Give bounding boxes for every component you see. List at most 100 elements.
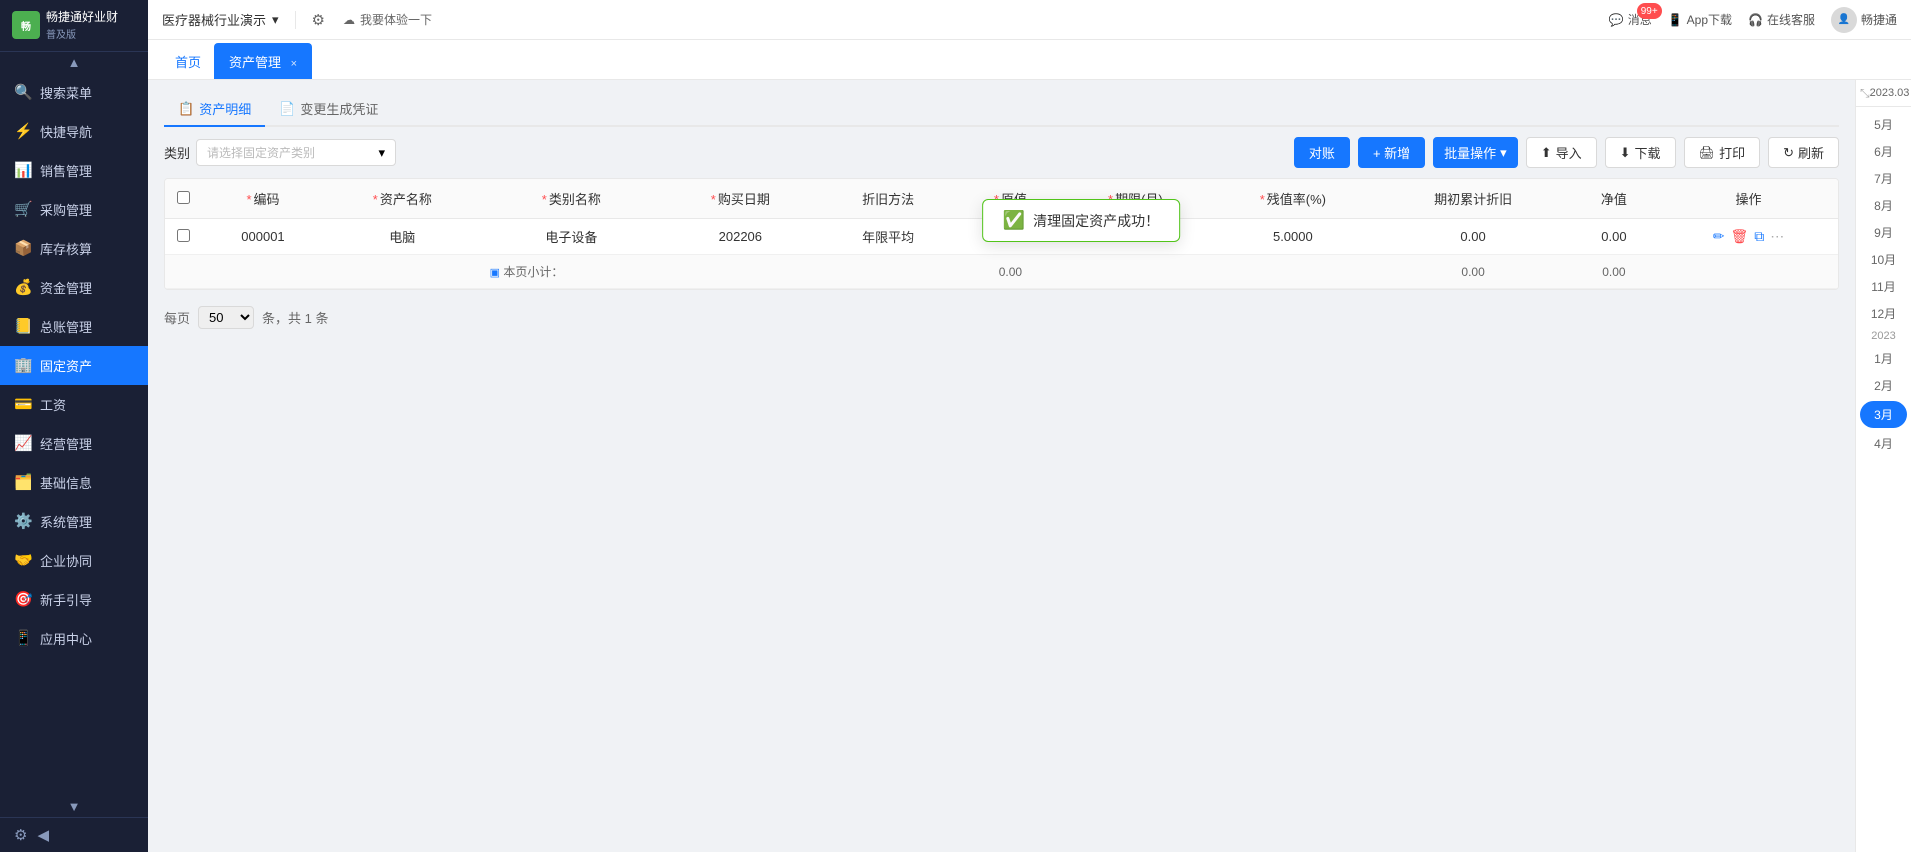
- timeline-month-item[interactable]: 6月: [1856, 138, 1911, 165]
- timeline-month-item[interactable]: 11月: [1856, 273, 1911, 300]
- sidebar-operations-icon: 📈: [14, 434, 32, 452]
- timeline-month-item[interactable]: 10月: [1856, 246, 1911, 273]
- delete-icon[interactable]: 🗑: [1730, 228, 1748, 245]
- download-button[interactable]: ⬇ 下载: [1605, 137, 1676, 168]
- sidebar-item-guide[interactable]: 🎯新手引导: [0, 580, 148, 619]
- row-checkbox-0[interactable]: [177, 229, 190, 242]
- reconcile-label: 对账: [1309, 143, 1335, 162]
- more-icon[interactable]: ⋯: [1770, 228, 1784, 245]
- sidebar-search-label: 搜索菜单: [40, 83, 92, 102]
- sidebar-item-system[interactable]: ⚙️系统管理: [0, 502, 148, 541]
- th-residual-rate: *残值率(%): [1208, 179, 1377, 219]
- company-selector[interactable]: 医疗器械行业演示 ▾: [162, 10, 279, 29]
- sidebar-ledger-label: 总账管理: [40, 317, 92, 336]
- sidebar-item-quicknav[interactable]: ⚡快捷导航: [0, 112, 148, 151]
- th-buy-date: *购买日期: [663, 179, 818, 219]
- company-arrow-icon: ▾: [272, 12, 279, 28]
- experience-button[interactable]: ☁ 我要体验一下: [343, 11, 432, 28]
- sidebar-baseinfo-icon: 🗂️: [14, 473, 32, 491]
- subtotal-initial-depreciation: 0.00: [1377, 255, 1569, 289]
- timeline-month-item[interactable]: 1月: [1856, 345, 1911, 372]
- th-initial-depreciation: 期初累计折旧: [1377, 179, 1569, 219]
- total-text: 条，共 1 条: [262, 308, 328, 327]
- download-icon: ⬇: [1620, 145, 1631, 161]
- timeline-month-item[interactable]: 9月: [1856, 219, 1911, 246]
- sidebar-item-baseinfo[interactable]: 🗂️ 基础信息: [0, 463, 148, 502]
- th-method: 折旧方法: [818, 179, 959, 219]
- sidebar-item-appcenter[interactable]: 📱应用中心: [0, 619, 148, 658]
- tab-asset-management[interactable]: 资产管理 ×: [214, 43, 312, 79]
- select-all-checkbox[interactable]: [177, 191, 190, 204]
- import-label: 导入: [1556, 143, 1582, 162]
- service-icon: 🎧: [1748, 13, 1763, 27]
- new-button[interactable]: + 新增: [1358, 137, 1425, 168]
- batch-ops-button[interactable]: 批量操作 ▾: [1433, 137, 1518, 168]
- refresh-button[interactable]: ↻ 刷新: [1768, 137, 1839, 168]
- collapse-icon[interactable]: ◀: [37, 826, 49, 844]
- timeline-month-item[interactable]: 4月: [1856, 430, 1911, 457]
- sidebar-scroll-up[interactable]: ▲: [0, 52, 148, 73]
- sidebar-salary-label: 工资: [40, 395, 66, 414]
- timeline-expand-icon[interactable]: ⤡: [1860, 86, 1870, 101]
- sub-tab-asset-detail[interactable]: 📋 资产明细: [164, 92, 265, 127]
- reconcile-button[interactable]: 对账: [1294, 137, 1350, 168]
- experience-text: 我要体验一下: [360, 11, 432, 28]
- print-button[interactable]: 🖨 打印: [1684, 137, 1761, 168]
- sidebar-item-sales[interactable]: 📊销售管理: [0, 151, 148, 190]
- edit-icon[interactable]: ✏: [1713, 228, 1725, 245]
- success-toast-text: 清理固定资产成功！: [1033, 211, 1159, 231]
- timeline-month-item[interactable]: 5月: [1856, 111, 1911, 138]
- category-placeholder: 请选择固定资产类别: [207, 144, 315, 161]
- sub-tab-change-voucher[interactable]: 📄 变更生成凭证: [265, 92, 392, 127]
- timeline-month-item[interactable]: 2月: [1856, 372, 1911, 399]
- timeline-month-item[interactable]: 8月: [1856, 192, 1911, 219]
- sidebar-scroll-down[interactable]: ▼: [0, 796, 148, 817]
- timeline-month-item[interactable]: 3月: [1860, 401, 1907, 428]
- per-page-select[interactable]: 50 20 100: [198, 306, 254, 329]
- timeline-month-item[interactable]: 7月: [1856, 165, 1911, 192]
- message-icon: 💬: [1609, 13, 1624, 27]
- tab-close-icon[interactable]: ×: [291, 58, 297, 70]
- sub-tab-asset-detail-icon: 📋: [178, 101, 194, 117]
- sidebar-guide-label: 新手引导: [40, 590, 92, 609]
- sidebar-item-inventory[interactable]: 📦库存核算: [0, 229, 148, 268]
- sidebar-item-operations[interactable]: 📈经营管理: [0, 424, 148, 463]
- timeline-month-item[interactable]: 12月: [1856, 300, 1911, 327]
- tab-home[interactable]: 首页: [164, 43, 212, 79]
- sidebar-item-funds[interactable]: 💰资金管理: [0, 268, 148, 307]
- row-net-value: 0.00: [1569, 219, 1659, 255]
- sidebar-system-icon: ⚙️: [14, 512, 32, 530]
- sidebar-item-salary[interactable]: 💳工资: [0, 385, 148, 424]
- sidebar-item-enterprise[interactable]: 🤝企业协同: [0, 541, 148, 580]
- action-buttons: 对账 + 新增 批量操作 ▾ ⬆ 导入 ⬇ 下载: [1294, 137, 1839, 168]
- print-label: 打印: [1719, 143, 1745, 162]
- sidebar-assets-label: 固定资产: [40, 356, 92, 375]
- row-buy-date: 202206: [663, 219, 818, 255]
- sidebar-item-purchase[interactable]: 🛒采购管理: [0, 190, 148, 229]
- import-button[interactable]: ⬆ 导入: [1526, 137, 1597, 168]
- tabs-bar: 首页 资产管理 ×: [148, 40, 1911, 80]
- app-download-button[interactable]: 📱 App下载: [1668, 11, 1732, 28]
- sidebar-appcenter-label: 应用中心: [40, 629, 92, 648]
- category-select[interactable]: 请选择固定资产类别 ▾: [196, 139, 396, 166]
- sidebar-item-search[interactable]: 🔍搜索菜单: [0, 73, 148, 112]
- content-area: 📋 资产明细 📄 变更生成凭证 类别 请选择固定资产类别 ▾: [148, 80, 1911, 852]
- sidebar-item-assets[interactable]: 🏢固定资产: [0, 346, 148, 385]
- online-service-button[interactable]: 🎧 在线客服: [1748, 11, 1815, 28]
- filter-group: 类别 请选择固定资产类别 ▾: [164, 139, 396, 166]
- main-content: 医疗器械行业演示 ▾ ⚙ ☁ 我要体验一下 💬 消息 99+ 📱 App下载 🎧…: [148, 0, 1911, 852]
- sidebar-item-ledger[interactable]: 📒总账管理: [0, 307, 148, 346]
- tab-home-label: 首页: [175, 55, 201, 70]
- sidebar-baseinfo-label: 基础信息: [40, 473, 92, 492]
- row-name: 电脑: [325, 219, 480, 255]
- subtotal-original-value: 0.00: [959, 255, 1063, 289]
- sub-tabs: 📋 资产明细 📄 变更生成凭证: [164, 92, 1839, 127]
- topbar-settings-icon[interactable]: ⚙: [312, 11, 325, 29]
- message-button[interactable]: 💬 消息 99+: [1609, 11, 1652, 28]
- user-menu[interactable]: 👤 畅捷通: [1831, 7, 1897, 33]
- sidebar-purchase-icon: 🛒: [14, 200, 32, 218]
- content-main: 📋 资产明细 📄 变更生成凭证 类别 请选择固定资产类别 ▾: [148, 80, 1855, 852]
- category-label: 类别: [164, 143, 190, 162]
- copy-icon[interactable]: ⧉: [1754, 228, 1764, 245]
- settings-icon[interactable]: ⚙: [14, 826, 27, 844]
